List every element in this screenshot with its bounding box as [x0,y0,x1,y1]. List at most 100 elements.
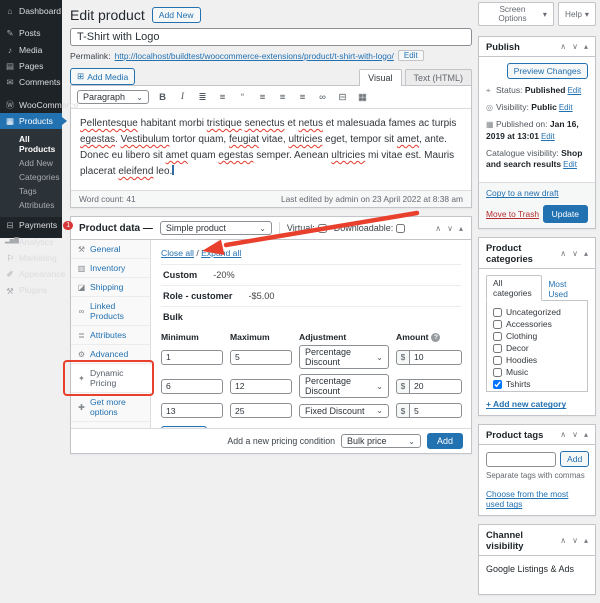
minimum-input[interactable] [161,403,223,418]
submenu-item-add-new[interactable]: Add New [0,156,62,170]
sidebar-item-comments[interactable]: ✉ Comments [0,74,62,90]
move-down-icon[interactable]: ∨ [447,224,453,233]
submenu-item-tags[interactable]: Tags [0,184,62,198]
panel-toggle-icon[interactable]: ▴ [459,224,463,233]
link-button[interactable]: ∞ [316,92,329,103]
move-up-icon[interactable]: ∧ [560,42,566,51]
panel-toggle-icon[interactable]: ▴ [584,430,588,439]
category-checkbox[interactable] [493,355,502,365]
edit-status-link[interactable]: Edit [567,86,581,95]
pricing-rule-role-customer[interactable]: Role - customer -$5.00 [161,285,461,306]
copy-to-draft-link[interactable]: Copy to a new draft [486,188,559,198]
category-checkbox[interactable] [493,307,502,317]
align-left-button[interactable]: ≡ [256,92,269,103]
amount-input[interactable] [409,378,462,394]
align-right-button[interactable]: ≡ [296,92,309,103]
move-down-icon[interactable]: ∨ [572,42,578,51]
sidebar-item-marketing[interactable]: ⚐ Marketing [0,250,62,266]
numbered-list-button[interactable]: ≡ [216,92,229,103]
sidebar-item-analytics[interactable]: ▂▅▇ Analytics [0,234,62,250]
tab-visual[interactable]: Visual [359,69,402,86]
product-title-input[interactable] [70,28,472,46]
minimum-input[interactable] [161,378,223,394]
permalink-url[interactable]: http://localhost/buildtest/woocommerce-e… [115,51,394,61]
category-checkbox[interactable] [493,331,502,341]
screen-options-button[interactable]: Screen Options ▾ [478,2,555,26]
tab-linked-products[interactable]: ∞ Linked Products [71,297,150,326]
submenu-item-categories[interactable]: Categories [0,170,62,184]
close-all-link[interactable]: Close all [161,248,194,258]
help-button[interactable]: Help ▾ [558,2,596,26]
blockquote-button[interactable]: “ [236,92,249,103]
add-condition-button[interactable]: Add [426,433,463,449]
sidebar-item-products[interactable]: ▦ Products [0,112,67,130]
move-up-icon[interactable]: ∧ [435,224,441,233]
tab-general[interactable]: ⚒ General [71,240,150,259]
sidebar-item-appearance[interactable]: ✐ Appearance [0,266,65,282]
tab-advanced[interactable]: ⚙ Advanced [71,345,150,364]
submenu-item-attributes[interactable]: Attributes [0,198,62,212]
tab-dynamic-pricing[interactable]: ✦ Dynamic Pricing [63,360,154,396]
panel-toggle-icon[interactable]: ▴ [584,249,588,258]
category-checkbox[interactable] [493,343,502,353]
italic-button[interactable]: I [176,92,189,102]
expand-all-link[interactable]: Expand all [201,248,241,258]
virtual-checkbox[interactable] [317,223,327,233]
tab-most-used[interactable]: Most Used [542,277,588,301]
paragraph-format-select[interactable]: Paragraph ⌄ [77,90,149,104]
pricing-rule-custom[interactable]: Custom -20% [161,264,461,285]
move-up-icon[interactable]: ∧ [560,536,566,545]
category-checkbox[interactable] [493,319,502,329]
maximum-input[interactable] [230,349,292,365]
adjustment-select[interactable]: Percentage Discount ⌄ [299,374,389,398]
tab-shipping[interactable]: ◪ Shipping [71,278,150,297]
bold-button[interactable]: B [156,92,169,103]
tab-text-html[interactable]: Text (HTML) [404,69,472,86]
move-up-icon[interactable]: ∧ [560,430,566,439]
tab-all-categories[interactable]: All categories [486,275,543,302]
category-checkbox[interactable] [493,379,502,389]
move-down-icon[interactable]: ∨ [572,536,578,545]
downloadable-checkbox[interactable] [396,223,406,233]
sidebar-item-pages[interactable]: ▤ Pages [0,58,62,74]
pricing-condition-select[interactable]: Bulk price ⌄ [340,434,421,448]
editor-content[interactable]: Pellentesque habitant morbi tristique se… [71,109,471,190]
maximum-input[interactable] [230,378,292,394]
pricing-rule-bulk[interactable]: Bulk [161,306,461,327]
update-button[interactable]: Update [542,205,588,224]
panel-toggle-icon[interactable]: ▴ [584,42,588,51]
toolbar-toggle-button[interactable]: ▦ [356,92,369,103]
add-media-button[interactable]: ⊞ Add Media [70,68,136,85]
amount-input[interactable] [409,403,462,418]
edit-visibility-link[interactable]: Edit [559,103,573,112]
tags-input[interactable] [486,451,556,467]
adjustment-select[interactable]: Fixed Discount ⌄ [299,403,389,418]
sidebar-item-dashboard[interactable]: ⌂ Dashboard [0,3,62,19]
more-tag-button[interactable]: ⊟ [336,92,349,103]
sidebar-item-posts[interactable]: ✎ Posts [0,25,62,41]
adjustment-select[interactable]: Percentage Discount ⌄ [299,345,389,369]
sidebar-item-payments[interactable]: ⊟ Payments 1 [0,217,74,233]
maximum-input[interactable] [230,403,292,418]
panel-toggle-icon[interactable]: ▴ [584,536,588,545]
tab-attributes[interactable]: ≣ Attributes [71,326,150,345]
align-center-button[interactable]: ≡ [276,92,289,103]
preview-changes-button[interactable]: Preview Changes [506,63,588,79]
edit-catalogue-link[interactable]: Edit [563,160,577,169]
sidebar-item-media[interactable]: ♪ Media [0,42,62,58]
move-down-icon[interactable]: ∨ [572,430,578,439]
edit-published-link[interactable]: Edit [541,132,555,141]
category-checkbox[interactable] [493,367,502,377]
amount-input[interactable] [409,349,462,365]
sidebar-item-plugins[interactable]: ⚒ Plugins [0,282,62,298]
add-row-button[interactable]: Add row [161,426,207,428]
bullet-list-button[interactable]: ≣ [196,92,209,103]
move-up-icon[interactable]: ∧ [560,249,566,258]
tab-inventory[interactable]: ▥ Inventory [71,259,150,278]
move-to-trash-link[interactable]: Move to Trash [486,209,539,219]
product-type-select[interactable]: Simple product ⌄ [159,221,272,235]
minimum-input[interactable] [161,349,223,365]
add-tag-button[interactable]: Add [560,451,590,468]
help-icon[interactable]: ? [431,333,441,342]
add-new-button[interactable]: Add New [151,7,201,23]
